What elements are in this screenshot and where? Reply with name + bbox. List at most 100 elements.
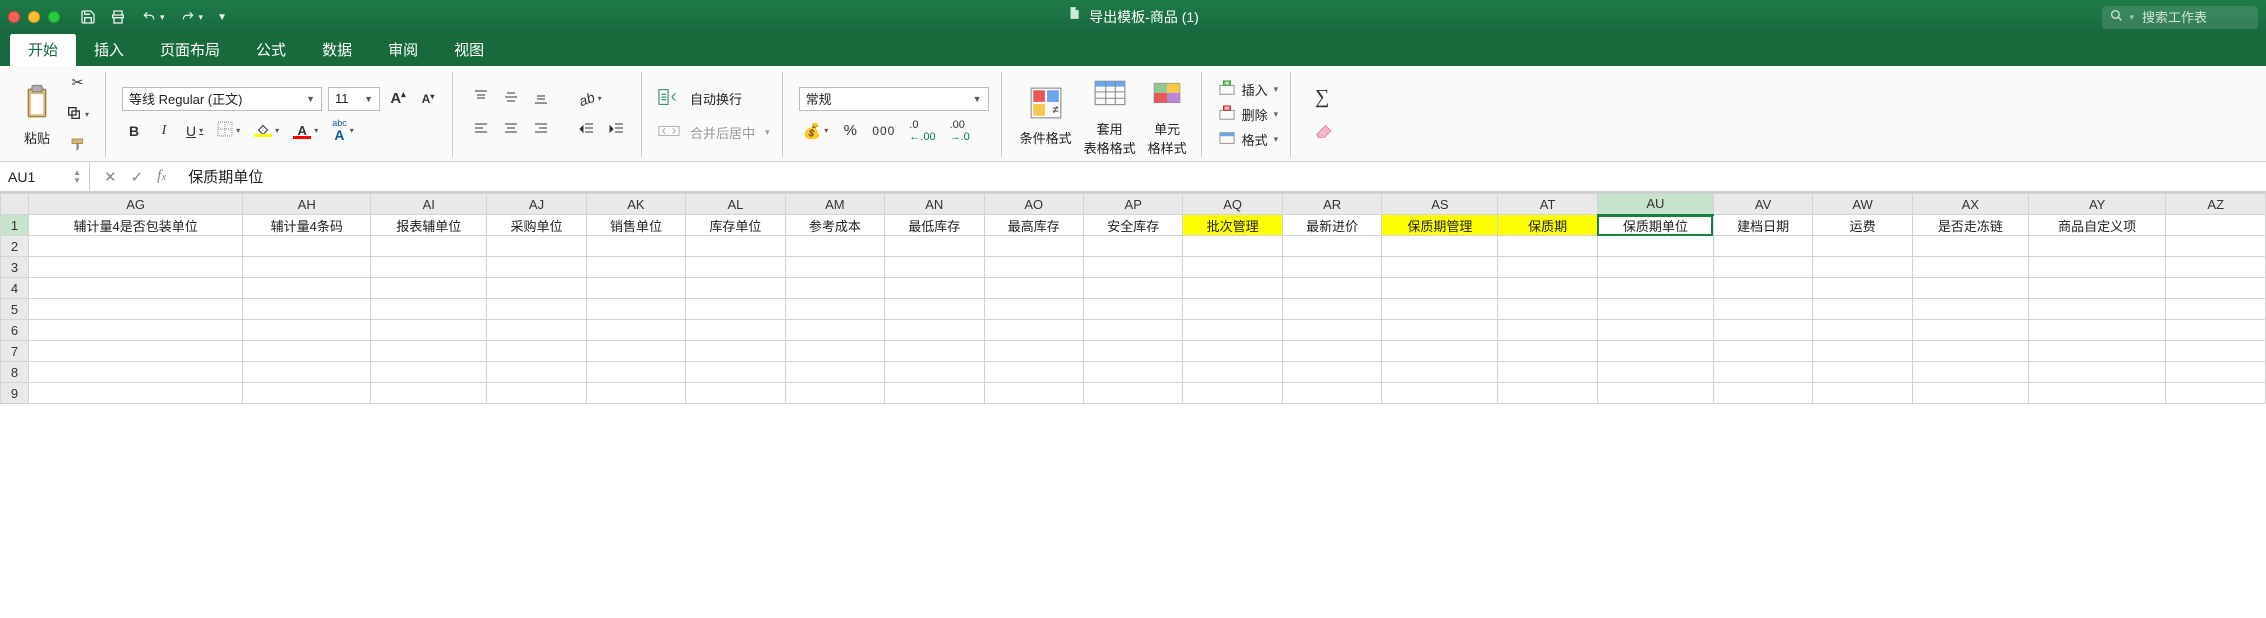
number-format-combo[interactable]: 常规 ▼ [799,87,989,111]
cell[interactable] [487,299,586,320]
cell[interactable] [1382,362,1498,383]
cell[interactable] [586,320,685,341]
save-icon[interactable] [80,9,96,25]
tab-formulas[interactable]: 公式 [238,33,304,66]
cell[interactable] [29,320,243,341]
cell[interactable] [487,383,586,404]
cell[interactable] [1713,341,1812,362]
cell[interactable] [1183,236,1282,257]
cell[interactable] [785,320,884,341]
cell[interactable] [1282,278,1381,299]
cell-styles-button[interactable]: 单元 格样式 [1146,71,1189,159]
column-header[interactable]: AU [1597,194,1713,215]
cell[interactable] [586,236,685,257]
cell[interactable] [1713,278,1812,299]
cell[interactable]: 辅计量4是否包装单位 [29,215,243,236]
cell[interactable] [1382,236,1498,257]
decrease-indent-button[interactable] [575,119,599,143]
cell[interactable] [686,278,785,299]
cell[interactable] [2028,320,2166,341]
name-box-stepper[interactable]: ▲▼ [73,169,81,185]
underline-button[interactable]: U [182,119,207,143]
font-name-combo[interactable]: 等线 Regular (正文) ▼ [122,87,322,111]
redo-icon[interactable]: ▾ [179,10,204,24]
cell[interactable] [1713,383,1812,404]
cell[interactable] [243,299,371,320]
column-header[interactable]: AH [243,194,371,215]
cell[interactable] [1498,341,1597,362]
cell[interactable] [1282,320,1381,341]
cell[interactable] [1183,341,1282,362]
column-header[interactable]: AG [29,194,243,215]
cell[interactable] [487,236,586,257]
cell[interactable] [785,278,884,299]
cell[interactable] [885,383,984,404]
cell[interactable] [1083,341,1182,362]
format-cells-button[interactable]: 格式 ▾ [1218,130,1279,149]
cell[interactable] [1912,320,2028,341]
cell[interactable]: 最新进价 [1282,215,1381,236]
print-icon[interactable] [110,9,126,25]
cell[interactable] [243,383,371,404]
delete-cells-button[interactable]: 删除 ▾ [1218,105,1279,124]
increase-decimal-button[interactable]: .0←.00 [905,119,939,143]
cell[interactable] [243,341,371,362]
zoom-window-button[interactable] [48,11,60,23]
cell[interactable] [1713,236,1812,257]
cell[interactable] [1597,383,1713,404]
cell[interactable]: 安全库存 [1083,215,1182,236]
align-left-button[interactable] [469,119,493,143]
cell[interactable]: 采购单位 [487,215,586,236]
undo-icon[interactable]: ▾ [140,10,165,24]
cell[interactable] [1282,341,1381,362]
cell[interactable] [1498,320,1597,341]
cell[interactable] [371,257,487,278]
column-header[interactable]: AV [1713,194,1812,215]
merge-center-button[interactable]: 合并后居中 ▾ [658,123,770,142]
cell[interactable] [1083,320,1182,341]
cell[interactable] [785,362,884,383]
qat-customize-icon[interactable]: ▼ [217,12,227,23]
row-header[interactable]: 3 [1,257,29,278]
cell[interactable] [1713,362,1812,383]
close-window-button[interactable] [8,11,20,23]
cell[interactable] [686,320,785,341]
cell[interactable] [1713,299,1812,320]
cell[interactable] [1597,320,1713,341]
cell[interactable] [2166,383,2266,404]
cell[interactable] [885,257,984,278]
cell[interactable] [885,278,984,299]
cell[interactable] [1498,236,1597,257]
row-header[interactable]: 8 [1,362,29,383]
cell[interactable] [586,278,685,299]
cell[interactable] [29,299,243,320]
cell[interactable] [1813,236,1912,257]
cell[interactable] [1912,278,2028,299]
cell[interactable] [1912,299,2028,320]
cell[interactable] [371,362,487,383]
tab-home[interactable]: 开始 [10,33,76,66]
cell[interactable] [586,362,685,383]
cell[interactable] [1183,257,1282,278]
cell[interactable] [2028,278,2166,299]
cell[interactable] [885,362,984,383]
cell[interactable] [885,320,984,341]
cell[interactable] [1713,257,1812,278]
cell[interactable] [243,236,371,257]
cell[interactable] [1813,278,1912,299]
cell[interactable] [686,362,785,383]
cell[interactable] [243,362,371,383]
cell[interactable] [1813,320,1912,341]
cell[interactable] [686,236,785,257]
cell[interactable] [686,257,785,278]
cell[interactable]: 报表辅单位 [371,215,487,236]
currency-button[interactable]: 💰 [799,119,833,143]
column-header[interactable]: AW [1813,194,1912,215]
cell[interactable] [984,299,1083,320]
autosum-button[interactable]: ∑ [1307,86,1337,110]
increase-indent-button[interactable] [605,119,629,143]
cell[interactable] [29,362,243,383]
align-middle-button[interactable] [499,87,523,111]
cut-button[interactable]: ✂︎ [62,71,93,95]
cell[interactable] [984,278,1083,299]
